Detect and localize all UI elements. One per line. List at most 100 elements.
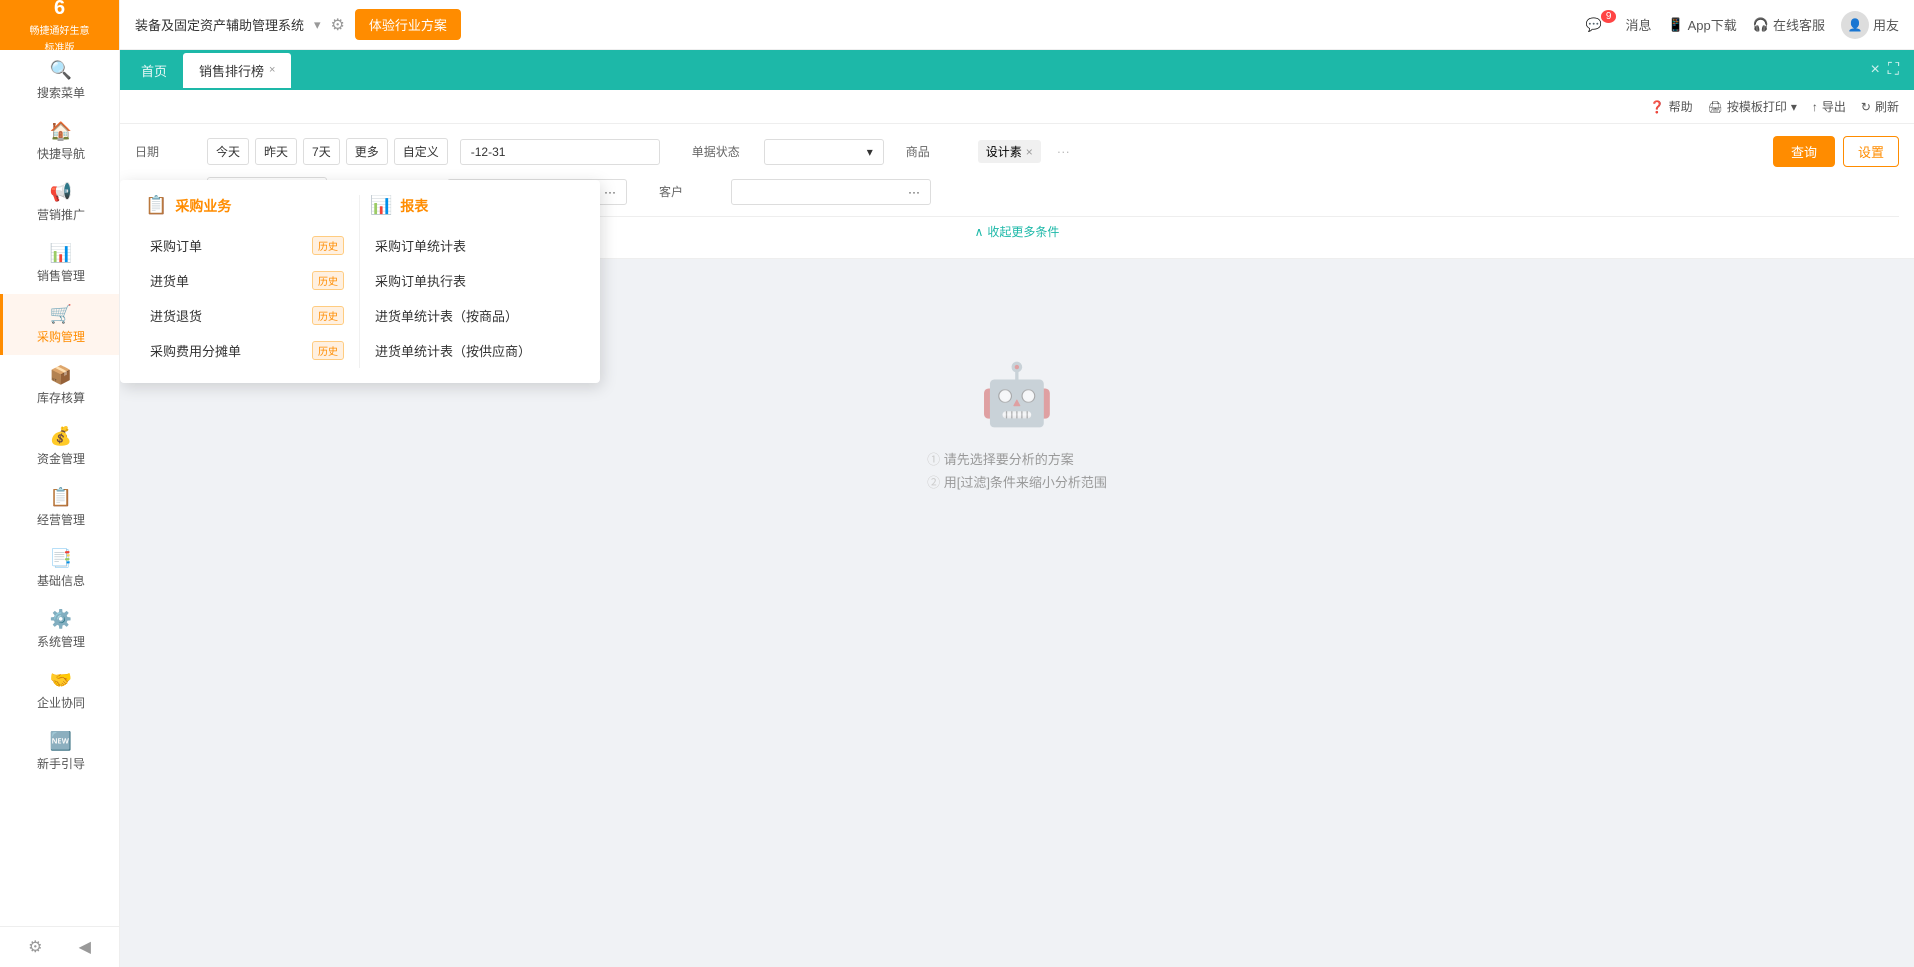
popup-goods-stat-by-supplier[interactable]: 进货单统计表（按供应商）	[370, 333, 575, 368]
customer-select[interactable]: ···	[731, 179, 931, 205]
industry-btn[interactable]: 体验行业方案	[355, 9, 461, 40]
goods-return-history[interactable]: 历史	[312, 306, 344, 325]
date-range-input[interactable]	[460, 139, 660, 165]
filter-row-1: 日期 今天 昨天 7天 更多 自定义 单据状态 ▾ 商品 设计素 ×	[135, 136, 1899, 167]
refresh-btn[interactable]: ↻ 刷新	[1861, 98, 1899, 115]
message-icon: 💬	[1586, 17, 1602, 33]
goods-stat-by-supplier-label: 进货单统计表（按供应商）	[375, 341, 531, 360]
tab-sales-rank[interactable]: 销售排行榜 ×	[183, 53, 291, 88]
message-item[interactable]: 💬 9 消息	[1586, 15, 1652, 34]
goods-label: 商品	[906, 143, 966, 160]
avatar: 👤	[1841, 11, 1869, 39]
salesman-dots: ···	[604, 185, 616, 199]
status-label: 单据状态	[692, 143, 752, 160]
purchase-order-stat-label: 采购订单统计表	[375, 236, 466, 255]
status-select[interactable]: ▾	[764, 139, 884, 165]
date-yesterday-btn[interactable]: 昨天	[255, 138, 297, 165]
date-label: 日期	[135, 143, 195, 160]
sidebar-item-sales[interactable]: 📊 销售管理	[0, 233, 119, 294]
date-custom-btn[interactable]: 自定义	[394, 138, 448, 165]
home-icon: 🏠	[50, 121, 72, 142]
sidebar-item-fund[interactable]: 💰 资金管理	[0, 416, 119, 477]
topbar: 装备及固定资产辅助管理系统 ▾ ⚙ 体验行业方案 💬 9 消息 📱 App下载 …	[120, 0, 1914, 50]
goods-tag-value: 设计素	[986, 143, 1022, 160]
guide-icon: 🆕	[50, 731, 72, 752]
cooperation-icon: 🤝	[50, 670, 72, 691]
purchase-expense-history[interactable]: 历史	[312, 341, 344, 360]
user-item[interactable]: 👤 用友	[1841, 11, 1899, 39]
report-col-icon: 📊	[370, 195, 392, 216]
sidebar-item-system[interactable]: ⚙️ 系统管理	[0, 599, 119, 660]
date-more-btn[interactable]: 更多	[346, 138, 388, 165]
help-btn[interactable]: ❓ 帮助	[1650, 98, 1693, 115]
popup-purchase-order-stat[interactable]: 采购订单统计表	[370, 228, 575, 263]
sidebar-label-guide: 新手引导	[37, 755, 85, 772]
popup-goods-return[interactable]: 进货退货 历史	[145, 298, 349, 333]
tab-home-label: 首页	[141, 61, 167, 80]
sidebar-item-baseinfo[interactable]: 📑 基础信息	[0, 538, 119, 599]
navtabs-end: × ⛶	[1870, 61, 1909, 79]
sidebar-label-operation: 经营管理	[37, 511, 85, 528]
sidebar-item-inventory[interactable]: 📦 库存核算	[0, 355, 119, 416]
purchase-order-history[interactable]: 历史	[312, 236, 344, 255]
sidebar-item-guide[interactable]: 🆕 新手引导	[0, 721, 119, 782]
collapse-icon: ∧	[975, 225, 984, 239]
date-7days-btn[interactable]: 7天	[303, 138, 340, 165]
online-service-item[interactable]: 🎧 在线客服	[1753, 15, 1825, 34]
help-icon: ❓	[1650, 100, 1665, 114]
phone-icon: 📱	[1667, 17, 1683, 33]
date-today-btn[interactable]: 今天	[207, 138, 249, 165]
window-close-icon[interactable]: ×	[1870, 61, 1879, 79]
popup-purchase-col: 📋 采购业务 采购订单 历史 进货单 历史 进货退货 历史 采购费用分摊单	[135, 195, 360, 368]
sidebar-label-sales: 销售管理	[37, 267, 85, 284]
print-label: 按模板打印	[1727, 98, 1787, 115]
popup-purchase-expense[interactable]: 采购费用分摊单 历史	[145, 333, 349, 368]
goods-tag-close[interactable]: ×	[1026, 145, 1033, 159]
query-btn[interactable]: 查询	[1773, 136, 1835, 167]
logo-brand: 畅捷通好生意	[30, 22, 90, 37]
sidebar-item-purchase[interactable]: 🛒 采购管理	[0, 294, 119, 355]
sales-icon: 📊	[50, 243, 72, 264]
purchase-col-title: 采购业务	[175, 196, 231, 216]
empty-text: ① 请先选择要分析的方案 ② 用[过滤]条件来缩小分析范围	[927, 445, 1107, 495]
export-btn[interactable]: ↑ 导出	[1812, 98, 1846, 115]
content-area: ❓ 帮助 🖨 按模板打印 ▾ ↑ 导出 ↻ 刷新 日期 今	[120, 90, 1914, 967]
popup-purchase-order[interactable]: 采购订单 历史	[145, 228, 349, 263]
tab-sales-rank-label: 销售排行榜	[199, 61, 264, 80]
sidebar-item-operation[interactable]: 📋 经营管理	[0, 477, 119, 538]
goods-receipt-label: 进货单	[150, 271, 189, 290]
date-options-group: 今天 昨天 7天 更多 自定义	[207, 138, 448, 165]
popup-menu: 📋 采购业务 采购订单 历史 进货单 历史 进货退货 历史 采购费用分摊单	[120, 180, 600, 383]
empty-hint1: ① 请先选择要分析的方案	[927, 449, 1107, 468]
app-download-item[interactable]: 📱 App下载	[1667, 15, 1736, 34]
popup-goods-receipt[interactable]: 进货单 历史	[145, 263, 349, 298]
topbar-dropdown-arrow[interactable]: ▾	[314, 17, 321, 33]
tab-close-icon[interactable]: ×	[269, 64, 275, 76]
baseinfo-icon: 📑	[50, 548, 72, 569]
popup-goods-stat-by-product[interactable]: 进货单统计表（按商品）	[370, 298, 575, 333]
print-arrow[interactable]: ▾	[1791, 100, 1797, 114]
sidebar-settings-btn[interactable]: ⚙	[28, 937, 42, 957]
sidebar-collapse-btn[interactable]: ◀	[79, 937, 91, 957]
popup-purchase-order-exec[interactable]: 采购订单执行表	[370, 263, 575, 298]
goods-receipt-history[interactable]: 历史	[312, 271, 344, 290]
navtabs: 首页 销售排行榜 × × ⛶	[120, 50, 1914, 90]
popup-report-col: 📊 报表 采购订单统计表 采购订单执行表 进货单统计表（按商品） 进货单统计表（…	[360, 195, 585, 368]
sidebar-item-marketing[interactable]: 📢 营销推广	[0, 172, 119, 233]
goods-dots[interactable]: ···	[1057, 144, 1070, 159]
sidebar-item-search[interactable]: 🔍 搜索菜单	[0, 50, 119, 111]
setting-btn[interactable]: 设置	[1843, 136, 1899, 167]
sidebar-item-quicknav[interactable]: 🏠 快捷导航	[0, 111, 119, 172]
system-icon: ⚙️	[50, 609, 72, 630]
sidebar-item-cooperation[interactable]: 🤝 企业协同	[0, 660, 119, 721]
tab-home[interactable]: 首页	[125, 53, 183, 88]
content-toolbar: ❓ 帮助 🖨 按模板打印 ▾ ↑ 导出 ↻ 刷新	[120, 90, 1914, 124]
sidebar-bottom: ⚙ ◀	[0, 926, 119, 967]
purchase-icon: 🛒	[50, 304, 72, 325]
export-icon: ↑	[1812, 100, 1818, 114]
goods-return-label: 进货退货	[150, 306, 202, 325]
print-btn[interactable]: 🖨 按模板打印 ▾	[1708, 98, 1797, 115]
logo-icon: 6	[54, 0, 65, 20]
topbar-gear-icon[interactable]: ⚙	[331, 15, 345, 35]
window-expand-icon[interactable]: ⛶	[1888, 61, 1899, 79]
